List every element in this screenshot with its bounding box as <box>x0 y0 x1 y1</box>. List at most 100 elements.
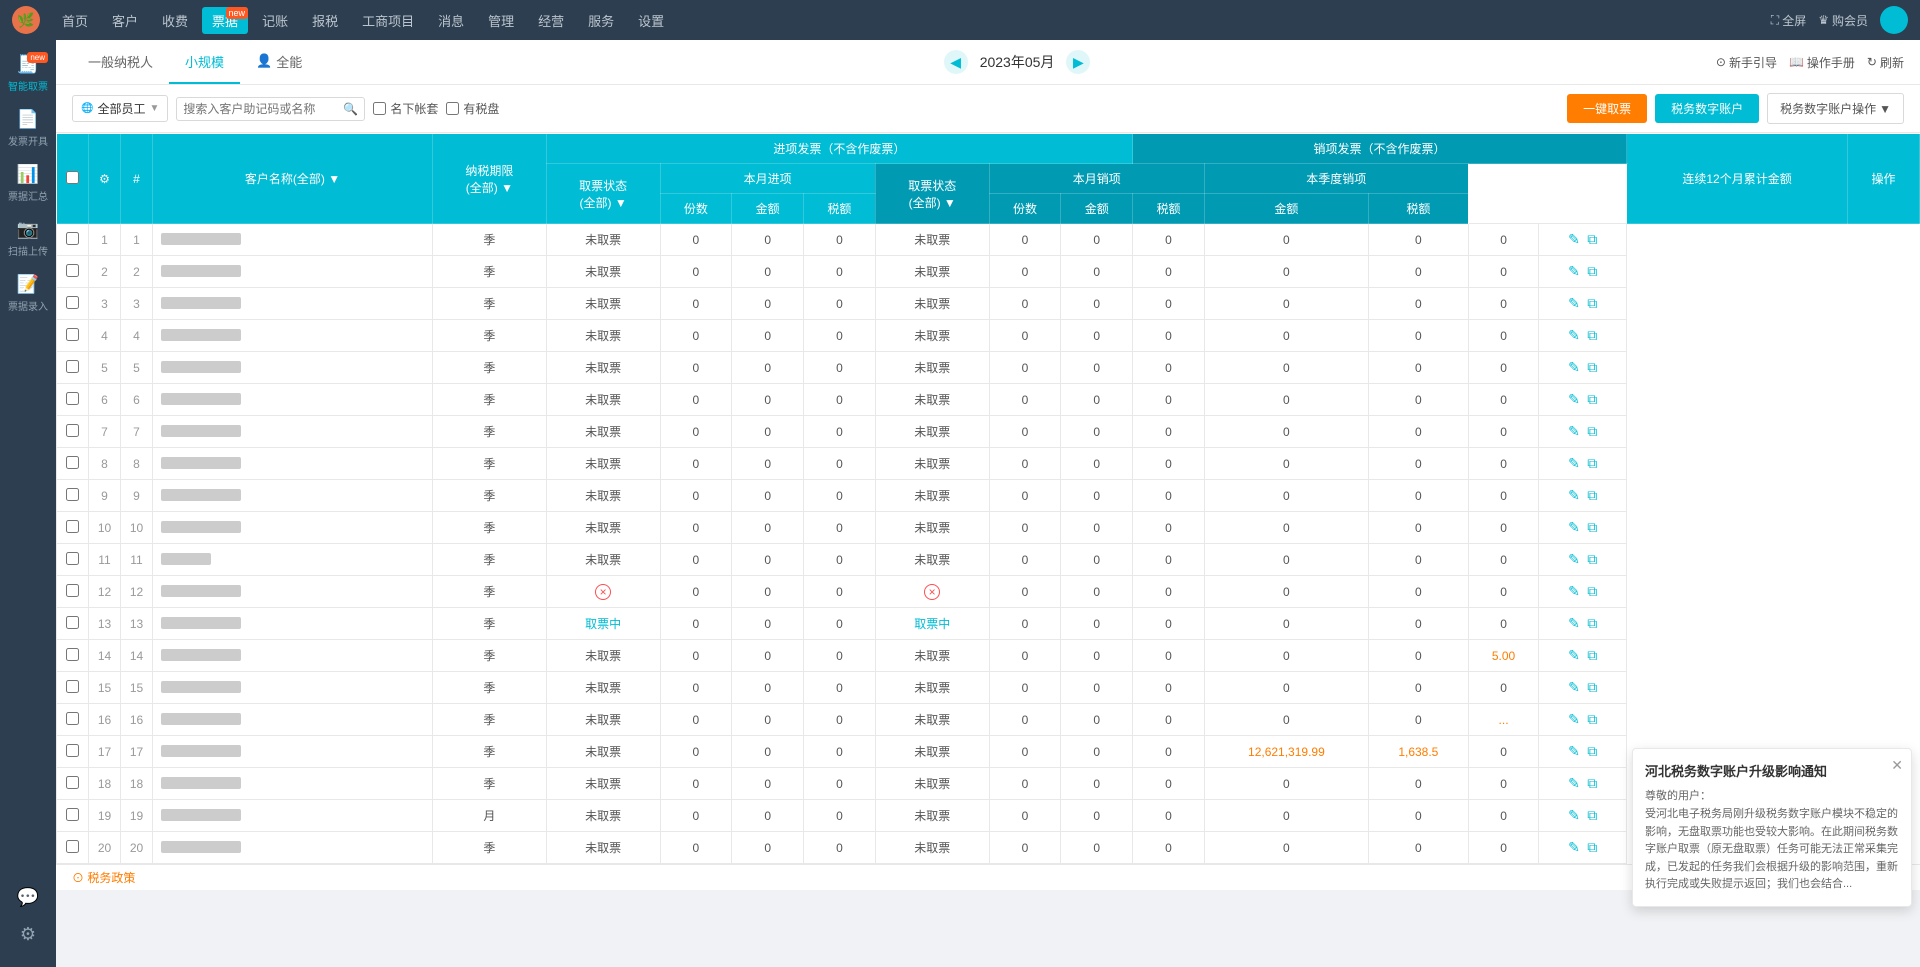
row-checkbox[interactable] <box>66 648 79 661</box>
digital-account-ops-btn[interactable]: 税务数字账户操作 ▼ <box>1767 93 1904 124</box>
tax-policy-link[interactable]: ⊙ 税务政策 <box>72 869 135 886</box>
edit-btn[interactable]: ✎ <box>1566 325 1582 346</box>
row-checkbox[interactable] <box>66 328 79 341</box>
edit-btn[interactable]: ✎ <box>1566 485 1582 506</box>
copy-btn[interactable]: ⧉ <box>1585 773 1599 794</box>
copy-btn[interactable]: ⧉ <box>1585 837 1599 858</box>
tab-general-taxpayer[interactable]: 一般纳税人 <box>72 40 169 84</box>
nav-operation[interactable]: 经营 <box>528 7 574 34</box>
nav-admin[interactable]: 管理 <box>478 7 524 34</box>
edit-btn[interactable]: ✎ <box>1566 613 1582 634</box>
sidebar-item-open-invoice[interactable]: 📄 发票开具 <box>4 103 52 154</box>
row-checkbox[interactable] <box>66 264 79 277</box>
nav-customer[interactable]: 客户 <box>102 7 148 34</box>
th-period[interactable]: 纳税期限(全部) ▼ <box>432 134 546 224</box>
row-checkbox[interactable] <box>66 552 79 565</box>
copy-btn[interactable]: ⧉ <box>1585 517 1599 538</box>
th-customer-name[interactable]: 客户名称(全部) ▼ <box>153 134 433 224</box>
fullscreen-btn[interactable]: ⛶ 全屏 <box>1771 12 1806 29</box>
guide-btn[interactable]: ⊙ 新手引导 <box>1716 54 1777 71</box>
copy-btn[interactable]: ⧉ <box>1585 613 1599 634</box>
copy-btn[interactable]: ⧉ <box>1585 581 1599 602</box>
th-out-status[interactable]: 取票状态(全部) ▼ <box>875 164 989 224</box>
checkbox-account[interactable]: 名下帐套 <box>373 100 438 117</box>
copy-btn[interactable]: ⧉ <box>1585 357 1599 378</box>
th-in-status[interactable]: 取票状态(全部) ▼ <box>546 164 660 224</box>
row-checkbox[interactable] <box>66 360 79 373</box>
row-checkbox[interactable] <box>66 616 79 629</box>
tab-small-scale[interactable]: 小规模 <box>169 40 240 84</box>
sidebar-item-smart-invoice[interactable]: 🧾 智能取票 new <box>4 48 52 99</box>
edit-btn[interactable]: ✎ <box>1566 293 1582 314</box>
nav-invoice[interactable]: 票据 new <box>202 7 248 34</box>
nav-message[interactable]: 消息 <box>428 7 474 34</box>
copy-btn[interactable]: ⧉ <box>1585 645 1599 666</box>
edit-btn[interactable]: ✎ <box>1566 837 1582 858</box>
edit-btn[interactable]: ✎ <box>1566 421 1582 442</box>
nav-accounting[interactable]: 记账 <box>252 7 298 34</box>
nav-service[interactable]: 服务 <box>578 7 624 34</box>
sidebar-item-settings[interactable]: ⚙ <box>4 918 52 951</box>
edit-btn[interactable]: ✎ <box>1566 805 1582 826</box>
sidebar-item-scan[interactable]: 📷 扫描上传 <box>4 213 52 264</box>
vip-btn[interactable]: ♛ 购会员 <box>1818 12 1868 29</box>
row-checkbox[interactable] <box>66 392 79 405</box>
copy-btn[interactable]: ⧉ <box>1585 453 1599 474</box>
row-checkbox[interactable] <box>66 296 79 309</box>
copy-btn[interactable]: ⧉ <box>1585 421 1599 442</box>
copy-btn[interactable]: ⧉ <box>1585 261 1599 282</box>
nav-business[interactable]: 工商项目 <box>352 7 424 34</box>
sidebar-item-summary[interactable]: 📊 票据汇总 <box>4 158 52 209</box>
row-checkbox[interactable] <box>66 232 79 245</box>
select-all-checkbox[interactable] <box>66 171 79 184</box>
edit-btn[interactable]: ✎ <box>1566 677 1582 698</box>
row-checkbox[interactable] <box>66 424 79 437</box>
row-checkbox[interactable] <box>66 680 79 693</box>
edit-btn[interactable]: ✎ <box>1566 261 1582 282</box>
edit-btn[interactable]: ✎ <box>1566 357 1582 378</box>
edit-btn[interactable]: ✎ <box>1566 741 1582 762</box>
edit-btn[interactable]: ✎ <box>1566 229 1582 250</box>
row-checkbox[interactable] <box>66 488 79 501</box>
sidebar-item-entry[interactable]: 📝 票据录入 <box>4 268 52 319</box>
nav-billing[interactable]: 收费 <box>152 7 198 34</box>
digital-account-btn[interactable]: 税务数字账户 <box>1655 94 1759 123</box>
edit-btn[interactable]: ✎ <box>1566 581 1582 602</box>
nav-tax[interactable]: 报税 <box>302 7 348 34</box>
edit-btn[interactable]: ✎ <box>1566 709 1582 730</box>
copy-btn[interactable]: ⧉ <box>1585 677 1599 698</box>
copy-btn[interactable]: ⧉ <box>1585 325 1599 346</box>
row-checkbox[interactable] <box>66 520 79 533</box>
avatar[interactable] <box>1880 6 1908 34</box>
edit-btn[interactable]: ✎ <box>1566 453 1582 474</box>
edit-btn[interactable]: ✎ <box>1566 389 1582 410</box>
copy-btn[interactable]: ⧉ <box>1585 549 1599 570</box>
row-checkbox[interactable] <box>66 840 79 853</box>
row-checkbox[interactable] <box>66 776 79 789</box>
next-month-btn[interactable]: ▶ <box>1066 50 1090 74</box>
edit-btn[interactable]: ✎ <box>1566 517 1582 538</box>
checkbox-account-input[interactable] <box>373 102 386 115</box>
row-checkbox[interactable] <box>66 808 79 821</box>
checkbox-taxdisk[interactable]: 有税盘 <box>446 100 499 117</box>
th-settings[interactable]: ⚙ <box>89 134 121 224</box>
prev-month-btn[interactable]: ◀ <box>944 50 968 74</box>
edit-btn[interactable]: ✎ <box>1566 645 1582 666</box>
row-checkbox[interactable] <box>66 584 79 597</box>
copy-btn[interactable]: ⧉ <box>1585 805 1599 826</box>
manual-btn[interactable]: 📖 操作手册 <box>1789 54 1855 71</box>
copy-btn[interactable]: ⧉ <box>1585 485 1599 506</box>
copy-btn[interactable]: ⧉ <box>1585 293 1599 314</box>
one-click-invoice-btn[interactable]: 一键取票 <box>1567 94 1647 123</box>
nav-home[interactable]: 首页 <box>52 7 98 34</box>
employee-filter[interactable]: 🌐 全部员工 ▼ <box>72 95 168 122</box>
copy-btn[interactable]: ⧉ <box>1585 229 1599 250</box>
copy-btn[interactable]: ⧉ <box>1585 389 1599 410</box>
row-checkbox[interactable] <box>66 712 79 725</box>
notification-close-btn[interactable]: ✕ <box>1891 757 1903 774</box>
copy-btn[interactable]: ⧉ <box>1585 741 1599 762</box>
refresh-btn[interactable]: ↻ 刷新 <box>1867 54 1904 71</box>
search-icon[interactable]: 🔍 <box>343 102 358 116</box>
nav-settings[interactable]: 设置 <box>628 7 674 34</box>
row-checkbox[interactable] <box>66 456 79 469</box>
